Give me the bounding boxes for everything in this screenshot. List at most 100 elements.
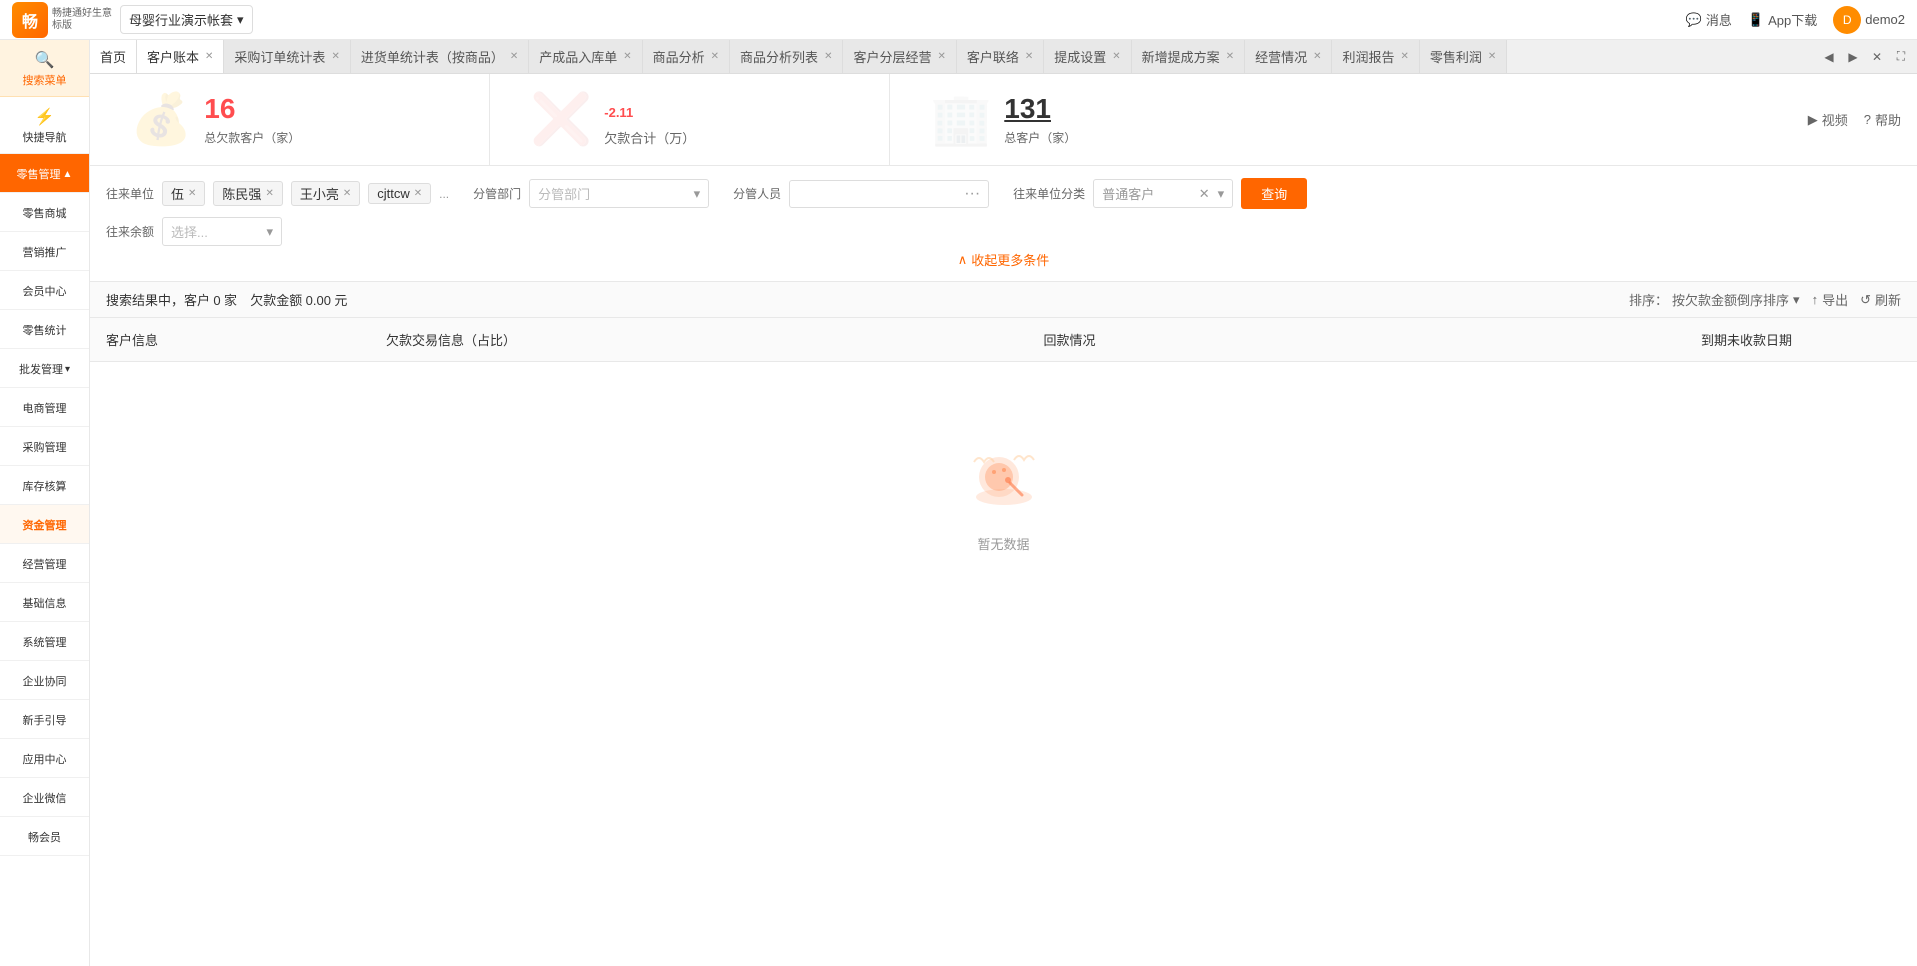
sidebar-item-retail-stats[interactable]: 零售统计 (0, 310, 89, 349)
tab-new-raise[interactable]: 新增提成方案 ✕ (1132, 40, 1245, 74)
sidebar-item-ecommerce[interactable]: 电商管理 (0, 388, 89, 427)
tab-close-all-btn[interactable]: ✕ (1867, 47, 1887, 67)
tab-retail-profit-close[interactable]: ✕ (1488, 51, 1496, 62)
tab-product-analysis-close[interactable]: ✕ (711, 51, 719, 62)
stat-card2-label: 欠款合计（万） (604, 128, 695, 147)
tab-raise-settings-close[interactable]: ✕ (1112, 51, 1120, 62)
sidebar-item-vip-member[interactable]: 畅会员 (0, 817, 89, 856)
stat-card1-label: 总欠款客户（家） (204, 129, 300, 146)
filter-tag-wu-close[interactable]: ✕ (188, 188, 196, 199)
collapse-filter-btn[interactable]: ∧ 收起更多条件 (106, 250, 1901, 269)
tab-product-analysis[interactable]: 商品分析 ✕ (643, 40, 730, 74)
filter-dept-select[interactable]: 分管部门 ▾ (529, 179, 709, 208)
tab-business-status-close[interactable]: ✕ (1313, 51, 1321, 62)
sidebar-item-purchase[interactable]: 采购管理 (0, 427, 89, 466)
col-debt-info: 欠款交易信息（占比） (386, 330, 1044, 349)
filter-tag-chen: 陈民强 ✕ (213, 181, 282, 206)
sidebar-item-member[interactable]: 会员中心 (0, 271, 89, 310)
tab-new-raise-close[interactable]: ✕ (1226, 51, 1234, 62)
query-button[interactable]: 查询 (1241, 178, 1307, 209)
tab-customers-close[interactable]: ✕ (205, 51, 213, 62)
top-bar-right: 💬 消息 📱 App下载 D demo2 (1686, 6, 1905, 34)
tab-bar-controls: ◀ ▶ ✕ ⛶ (1813, 47, 1917, 67)
sidebar-member-label: 会员中心 (23, 283, 67, 299)
sidebar-item-sys-mgmt[interactable]: 系统管理 (0, 622, 89, 661)
sidebar-item-inventory[interactable]: 库存核算 (0, 466, 89, 505)
tab-profit-report-label: 利润报告 (1342, 47, 1394, 66)
filter-person-dots[interactable]: ··· (964, 185, 980, 203)
tab-bar: 首页 客户账本 ✕ 采购订单统计表 ✕ 进货单统计表（按商品） ✕ 产成品入库单… (90, 40, 1917, 74)
sidebar-item-app-center[interactable]: 应用中心 (0, 739, 89, 778)
stats-bar-right: ▶ 视频 ? 帮助 (1792, 74, 1917, 165)
message-btn[interactable]: 💬 消息 (1686, 10, 1732, 29)
tab-customer-contact[interactable]: 客户联络 ✕ (957, 40, 1044, 74)
filter-balance-select[interactable]: 选择... ▾ (162, 217, 282, 246)
refresh-label: 刷新 (1875, 290, 1901, 309)
tab-prev-btn[interactable]: ◀ (1819, 47, 1839, 67)
filter-tag-cjttcw-close[interactable]: ✕ (414, 188, 422, 199)
sidebar-item-marketing[interactable]: 营销推广 (0, 232, 89, 271)
filter-tag-wang-close[interactable]: ✕ (343, 188, 351, 199)
stats-bar: 💰 16 总欠款客户（家） ❌ -2.11 欠款合计（万） (90, 74, 1917, 166)
sort-select[interactable]: 排序： 按欠款金额倒序排序 ▾ (1629, 290, 1800, 309)
sidebar-item-operations[interactable]: 经营管理 (0, 544, 89, 583)
tab-home-label: 首页 (100, 47, 126, 66)
tab-maximize-btn[interactable]: ⛶ (1891, 47, 1911, 67)
sidebar-item-finance[interactable]: 资金管理 (0, 505, 89, 544)
tab-product-analysis-list-close[interactable]: ✕ (824, 51, 832, 62)
filter-dept-label: 分管部门 (473, 185, 521, 202)
tab-inbound-stats-close[interactable]: ✕ (510, 51, 518, 62)
tab-inbound-stats[interactable]: 进货单统计表（按商品） ✕ (351, 40, 529, 74)
sidebar-app-center-label: 应用中心 (23, 751, 67, 767)
export-btn[interactable]: ↑ 导出 (1812, 290, 1849, 309)
tab-raise-settings[interactable]: 提成设置 ✕ (1044, 40, 1131, 74)
sidebar-item-retail[interactable]: 零售管理 ▲ (0, 154, 89, 193)
sidebar-item-wholesale[interactable]: 批发管理 ▾ (0, 349, 89, 388)
sidebar-search-btn[interactable]: 🔍 搜索菜单 (0, 40, 89, 97)
filter-category-select[interactable]: 普通客户 ✕ ▾ (1093, 179, 1233, 208)
sidebar-item-enterprise[interactable]: 企业协同 (0, 661, 89, 700)
tab-production[interactable]: 产成品入库单 ✕ (529, 40, 642, 74)
stat-card2-value: -2.11 (604, 92, 695, 124)
sidebar-item-enterprise-wechat[interactable]: 企业微信 (0, 778, 89, 817)
tab-next-btn[interactable]: ▶ (1843, 47, 1863, 67)
video-help-btn[interactable]: ▶ 视频 (1808, 110, 1848, 129)
help-btn[interactable]: ? 帮助 (1864, 110, 1901, 129)
filter-person-select[interactable]: ··· (789, 180, 989, 208)
page-content: 💰 16 总欠款客户（家） ❌ -2.11 欠款合计（万） (90, 74, 1917, 966)
tab-home[interactable]: 首页 (90, 40, 137, 74)
filter-tag-cjttcw-text: cjttcw (377, 186, 410, 201)
tab-business-status-label: 经营情况 (1255, 47, 1307, 66)
app-download-label: App下载 (1768, 10, 1817, 29)
user-area[interactable]: D demo2 (1833, 6, 1905, 34)
tab-customers[interactable]: 客户账本 ✕ (137, 40, 224, 74)
sidebar-item-basic-info[interactable]: 基础信息 (0, 583, 89, 622)
tab-customer-contact-close[interactable]: ✕ (1025, 51, 1033, 62)
filter-more-btn[interactable]: ... (439, 187, 449, 201)
app-download-icon: 📱 (1748, 12, 1764, 28)
app-download-btn[interactable]: 📱 App下载 (1748, 10, 1817, 29)
sidebar-item-new-guide[interactable]: 新手引导 (0, 700, 89, 739)
tab-retail-profit[interactable]: 零售利润 ✕ (1420, 40, 1507, 74)
tab-purchase-orders-close[interactable]: ✕ (331, 51, 339, 62)
tab-customer-tier-close[interactable]: ✕ (937, 51, 945, 62)
filter-tag-chen-close[interactable]: ✕ (265, 188, 273, 199)
tab-purchase-orders[interactable]: 采购订单统计表 ✕ (224, 40, 350, 74)
logo-area: 畅 畅捷通好生意 标版 (12, 2, 112, 38)
tab-customer-tier[interactable]: 客户分层经营 ✕ (843, 40, 956, 74)
store-selector[interactable]: 母婴行业演示帐套 ▾ (120, 5, 253, 34)
export-label: 导出 (1822, 290, 1848, 309)
search-prefix: 搜索结果中，客户 (106, 293, 210, 308)
tab-business-status[interactable]: 经营情况 ✕ (1245, 40, 1332, 74)
tab-profit-report-close[interactable]: ✕ (1401, 51, 1409, 62)
tab-profit-report[interactable]: 利润报告 ✕ (1332, 40, 1419, 74)
sidebar-enterprise-label: 企业协同 (23, 673, 67, 689)
sidebar-item-retail-mall[interactable]: 零售商城 (0, 193, 89, 232)
tab-product-analysis-list[interactable]: 商品分析列表 ✕ (730, 40, 843, 74)
tab-production-close[interactable]: ✕ (623, 51, 631, 62)
stat-card2-icon: ❌ (530, 90, 592, 149)
sidebar-quicknav-btn[interactable]: ⚡ 快捷导航 (0, 97, 89, 154)
filter-category-clear[interactable]: ✕ (1199, 186, 1210, 202)
help-icon: ? (1864, 112, 1871, 127)
refresh-btn[interactable]: ↺ 刷新 (1860, 290, 1901, 309)
